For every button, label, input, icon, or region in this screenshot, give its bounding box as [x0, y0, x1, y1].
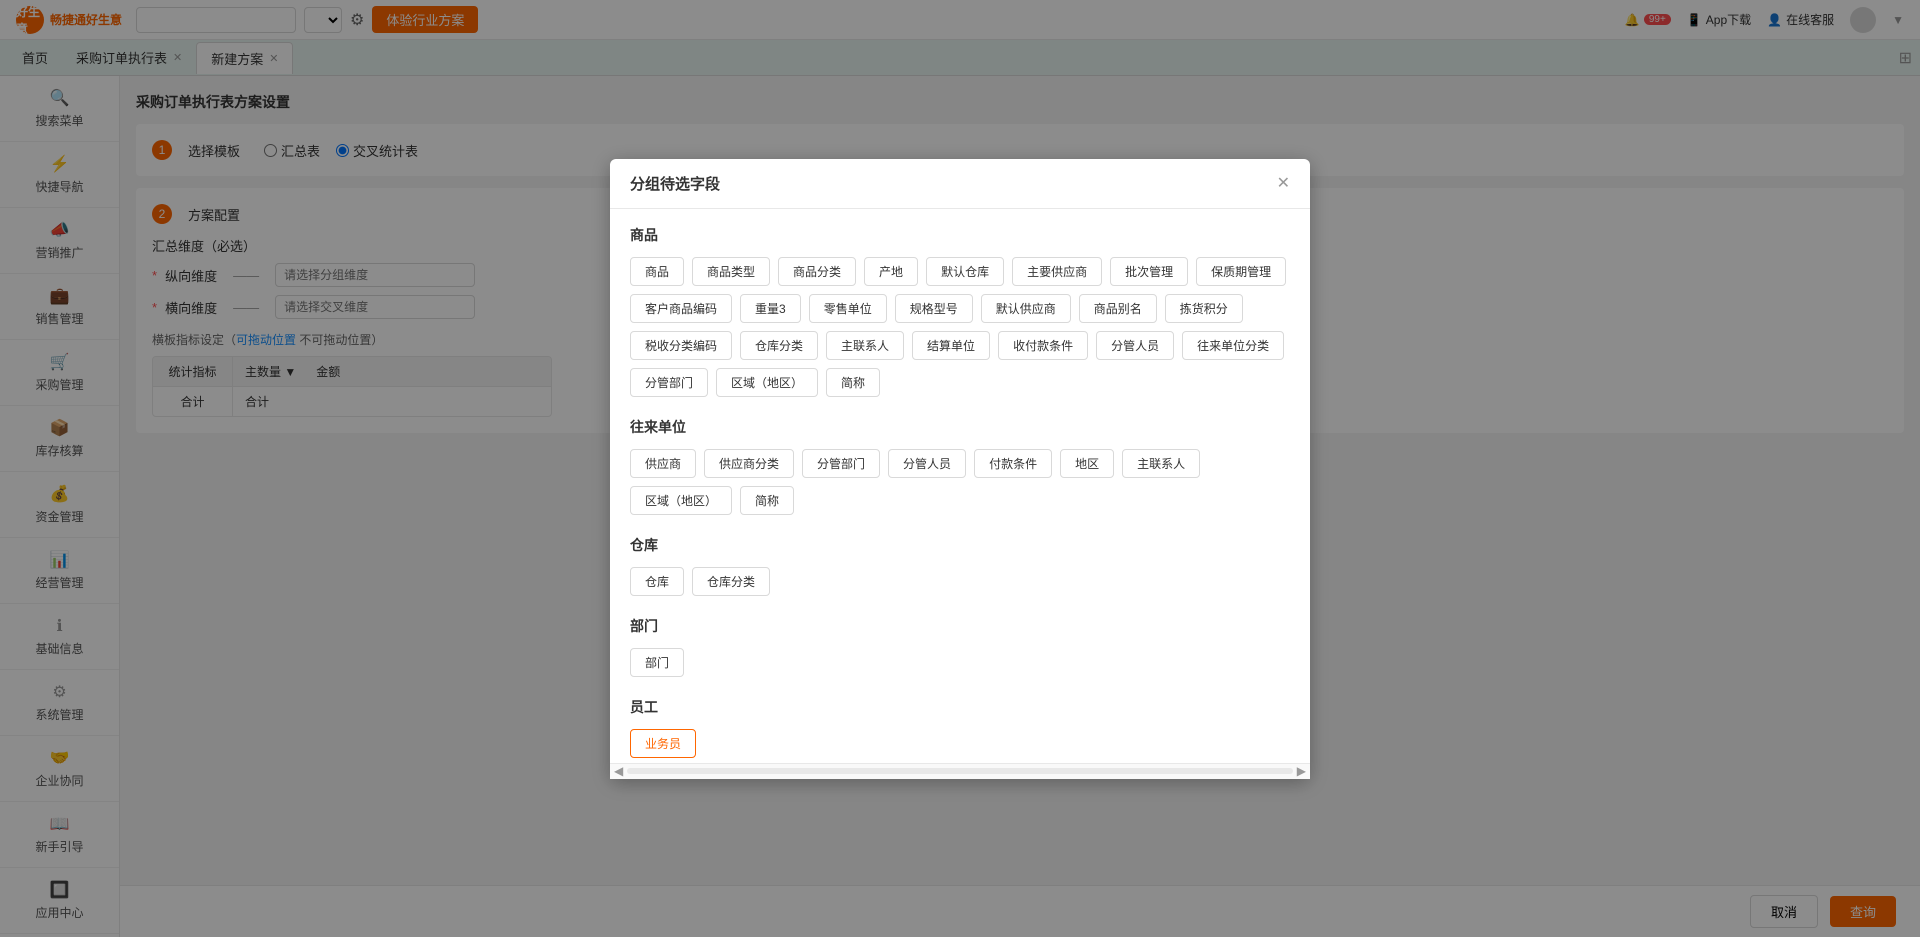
- tag-goods-category[interactable]: 商品分类: [778, 257, 856, 286]
- section-dept: 部门 部门: [630, 616, 1290, 677]
- tag-partner-region[interactable]: 区域（地区）: [630, 486, 732, 515]
- tag-default-supplier[interactable]: 默认供应商: [981, 294, 1071, 323]
- modal-overlay: 分组待选字段 ✕ 商品 商品 商品类型 商品分类 产地 默认仓库 主要供应商 批…: [0, 0, 1920, 937]
- tag-retail-unit[interactable]: 零售单位: [809, 294, 887, 323]
- modal: 分组待选字段 ✕ 商品 商品 商品类型 商品分类 产地 默认仓库 主要供应商 批…: [610, 159, 1310, 779]
- tag-main-contact[interactable]: 主联系人: [826, 331, 904, 360]
- tag-batch-mgmt[interactable]: 批次管理: [1110, 257, 1188, 286]
- tag-tax-code[interactable]: 税收分类编码: [630, 331, 732, 360]
- tag-goods-alias[interactable]: 商品别名: [1079, 294, 1157, 323]
- tag-warehouse-cat[interactable]: 仓库分类: [692, 567, 770, 596]
- tag-quality-mgmt[interactable]: 保质期管理: [1196, 257, 1286, 286]
- tag-warehouse-category[interactable]: 仓库分类: [740, 331, 818, 360]
- section-employee-tags: 业务员: [630, 729, 1290, 758]
- horizontal-scrollbar[interactable]: [627, 768, 1293, 774]
- section-dept-title: 部门: [630, 616, 1290, 636]
- section-employee-title: 员工: [630, 697, 1290, 717]
- tag-warehouse[interactable]: 仓库: [630, 567, 684, 596]
- tag-pick-points[interactable]: 拣货积分: [1165, 294, 1243, 323]
- tag-settlement-unit[interactable]: 结算单位: [912, 331, 990, 360]
- tag-partner-dept[interactable]: 分管部门: [802, 449, 880, 478]
- tag-goods-type[interactable]: 商品类型: [692, 257, 770, 286]
- tag-dept[interactable]: 部门: [630, 648, 684, 677]
- modal-close-button[interactable]: ✕: [1277, 173, 1290, 193]
- section-warehouse-tags: 仓库 仓库分类: [630, 567, 1290, 596]
- section-partner-title: 往来单位: [630, 417, 1290, 437]
- tag-short-name[interactable]: 简称: [826, 368, 880, 397]
- scroll-right-icon[interactable]: ▶: [1297, 764, 1306, 778]
- tag-payment-condition[interactable]: 付款条件: [974, 449, 1052, 478]
- tag-salesperson[interactable]: 业务员: [630, 729, 696, 758]
- scroll-left-icon[interactable]: ◀: [614, 764, 623, 778]
- tag-weight3[interactable]: 重量3: [740, 294, 801, 323]
- section-goods-tags: 商品 商品类型 商品分类 产地 默认仓库 主要供应商 批次管理 保质期管理 客户…: [630, 257, 1290, 397]
- tag-payment-terms[interactable]: 收付款条件: [998, 331, 1088, 360]
- tag-customer-goods-code[interactable]: 客户商品编码: [630, 294, 732, 323]
- tag-origin[interactable]: 产地: [864, 257, 918, 286]
- section-dept-tags: 部门: [630, 648, 1290, 677]
- tag-goods[interactable]: 商品: [630, 257, 684, 286]
- tag-partner-short-name[interactable]: 简称: [740, 486, 794, 515]
- tag-region[interactable]: 区域（地区）: [716, 368, 818, 397]
- tag-partner-person[interactable]: 分管人员: [888, 449, 966, 478]
- section-employee: 员工 业务员: [630, 697, 1290, 758]
- tag-supplier-category[interactable]: 供应商分类: [704, 449, 794, 478]
- modal-body: 商品 商品 商品类型 商品分类 产地 默认仓库 主要供应商 批次管理 保质期管理…: [610, 209, 1310, 763]
- tag-dept-in-charge[interactable]: 分管部门: [630, 368, 708, 397]
- tag-person-in-charge[interactable]: 分管人员: [1096, 331, 1174, 360]
- section-partner-tags: 供应商 供应商分类 分管部门 分管人员 付款条件 地区 主联系人 区域（地区） …: [630, 449, 1290, 515]
- tag-spec-model[interactable]: 规格型号: [895, 294, 973, 323]
- modal-header: 分组待选字段 ✕: [610, 159, 1310, 209]
- tag-partner-category[interactable]: 往来单位分类: [1182, 331, 1284, 360]
- section-goods-title: 商品: [630, 225, 1290, 245]
- section-partner: 往来单位 供应商 供应商分类 分管部门 分管人员 付款条件 地区 主联系人 区域…: [630, 417, 1290, 515]
- section-goods: 商品 商品 商品类型 商品分类 产地 默认仓库 主要供应商 批次管理 保质期管理…: [630, 225, 1290, 397]
- tag-supplier[interactable]: 供应商: [630, 449, 696, 478]
- modal-footer-scroll: ◀ ▶: [610, 763, 1310, 779]
- section-warehouse: 仓库 仓库 仓库分类: [630, 535, 1290, 596]
- section-warehouse-title: 仓库: [630, 535, 1290, 555]
- tag-default-warehouse[interactable]: 默认仓库: [926, 257, 1004, 286]
- tag-main-supplier[interactable]: 主要供应商: [1012, 257, 1102, 286]
- tag-partner-main-contact[interactable]: 主联系人: [1122, 449, 1200, 478]
- tag-area[interactable]: 地区: [1060, 449, 1114, 478]
- modal-title: 分组待选字段: [630, 173, 720, 194]
